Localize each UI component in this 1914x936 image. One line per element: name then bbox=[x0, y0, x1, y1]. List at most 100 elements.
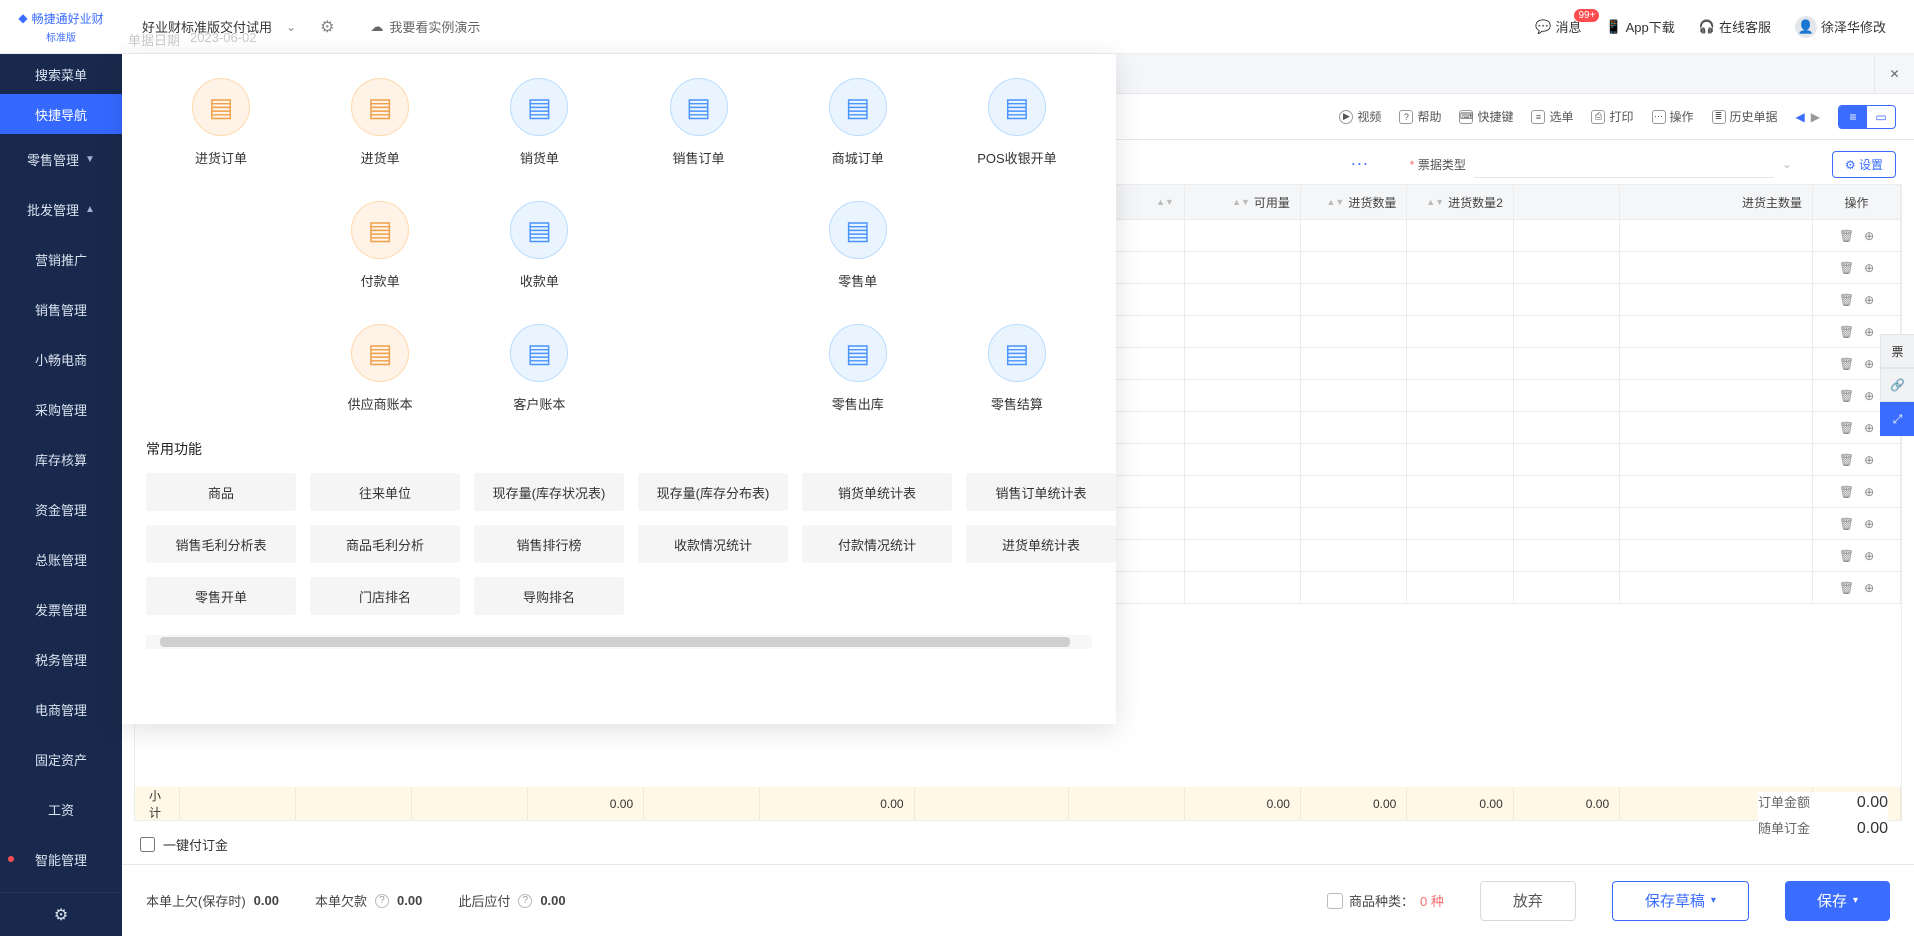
flow-item[interactable]: ▤收款单 bbox=[464, 201, 614, 290]
sidebar-settings-button[interactable]: ⚙ bbox=[0, 892, 122, 936]
toolbar-shortcut[interactable]: ⌨快捷键 bbox=[1459, 108, 1513, 125]
th-mainqty[interactable]: 进货主数量 bbox=[1620, 185, 1813, 219]
toolbar-select[interactable]: ≡选单 bbox=[1531, 108, 1573, 125]
app-selector[interactable]: 好业财标准版交付试用 ⌄ bbox=[142, 17, 296, 36]
flow-item[interactable]: ▤进货订单 bbox=[146, 78, 296, 167]
func-button[interactable]: 商品 bbox=[146, 473, 296, 511]
help-icon[interactable]: ? bbox=[375, 894, 389, 908]
func-button[interactable]: 商品毛利分析 bbox=[310, 525, 460, 563]
delete-row-icon[interactable]: 🗑 bbox=[1839, 453, 1854, 467]
gear-icon[interactable]: ⚙ bbox=[320, 17, 334, 37]
th-qty1[interactable]: ▲▼进货数量 bbox=[1301, 185, 1407, 219]
flow-item[interactable]: ▤零售单 bbox=[783, 201, 933, 290]
sidebar-item-wholesale[interactable]: 批发管理▲ bbox=[0, 184, 122, 234]
sidebar-item-ledger[interactable]: 总账管理 bbox=[0, 534, 122, 584]
func-button[interactable]: 零售开单 bbox=[146, 577, 296, 615]
delete-row-icon[interactable]: 🗑 bbox=[1839, 581, 1854, 595]
flow-item[interactable]: ▤零售出库 bbox=[783, 324, 933, 413]
sidebar-item-ecommerce[interactable]: 电商管理 bbox=[0, 684, 122, 734]
prev-page[interactable]: ◀ bbox=[1796, 110, 1805, 124]
func-button[interactable]: 销售订单统计表 bbox=[966, 473, 1116, 511]
sidebar-item-marketing[interactable]: 营销推广 bbox=[0, 234, 122, 284]
flow-item[interactable]: ▤零售结算 bbox=[942, 324, 1092, 413]
add-row-icon[interactable]: ⊕ bbox=[1864, 229, 1874, 243]
func-button[interactable]: 现存量(库存状况表) bbox=[474, 473, 624, 511]
flow-item[interactable]: ▤销售订单 bbox=[624, 78, 774, 167]
flow-item[interactable]: ▤POS收银开单 bbox=[942, 78, 1092, 167]
view-list[interactable]: ≡ bbox=[1839, 106, 1867, 128]
delete-row-icon[interactable]: 🗑 bbox=[1839, 261, 1854, 275]
discard-button[interactable]: 放弃 bbox=[1480, 881, 1576, 921]
flow-item[interactable]: ▤客户账本 bbox=[464, 324, 614, 413]
add-row-icon[interactable]: ⊕ bbox=[1864, 485, 1874, 499]
add-row-icon[interactable]: ⊕ bbox=[1864, 293, 1874, 307]
delete-row-icon[interactable]: 🗑 bbox=[1839, 229, 1854, 243]
add-row-icon[interactable]: ⊕ bbox=[1864, 389, 1874, 403]
flow-item[interactable]: ▤供应商账本 bbox=[305, 324, 455, 413]
rail-expand-icon[interactable]: ⤢ bbox=[1880, 402, 1914, 436]
setting-button[interactable]: ⚙ 设置 bbox=[1832, 151, 1896, 178]
add-row-icon[interactable]: ⊕ bbox=[1864, 453, 1874, 467]
sidebar-item-invoice[interactable]: 发票管理 bbox=[0, 584, 122, 634]
tabs-close-all[interactable]: ✕ bbox=[1874, 54, 1914, 93]
bill-type-field[interactable]: 票据类型 ⌄ bbox=[1410, 150, 1792, 178]
popover-scrollbar[interactable] bbox=[146, 635, 1092, 649]
add-row-icon[interactable]: ⊕ bbox=[1864, 421, 1874, 435]
next-page[interactable]: ▶ bbox=[1811, 110, 1820, 124]
flow-item[interactable]: ▤进货单 bbox=[305, 78, 455, 167]
help-icon[interactable]: ? bbox=[518, 894, 532, 908]
view-card[interactable]: ▭ bbox=[1867, 106, 1895, 128]
delete-row-icon[interactable]: 🗑 bbox=[1839, 389, 1854, 403]
add-row-icon[interactable]: ⊕ bbox=[1864, 517, 1874, 531]
th-avail[interactable]: ▲▼可用量 bbox=[1185, 185, 1301, 219]
toolbar-video[interactable]: ▶视频 bbox=[1339, 108, 1381, 125]
flow-item[interactable]: ▤商城订单 bbox=[783, 78, 933, 167]
delete-row-icon[interactable]: 🗑 bbox=[1839, 357, 1854, 371]
add-row-icon[interactable]: ⊕ bbox=[1864, 549, 1874, 563]
prepay-checkbox[interactable] bbox=[140, 837, 155, 852]
sidebar-item-inventory[interactable]: 库存核算 bbox=[0, 434, 122, 484]
delete-row-icon[interactable]: 🗑 bbox=[1839, 485, 1854, 499]
sidebar-item-funds[interactable]: 资金管理 bbox=[0, 484, 122, 534]
sidebar-item-retail[interactable]: 零售管理▼ bbox=[0, 134, 122, 184]
func-button[interactable]: 导购排名 bbox=[474, 577, 624, 615]
delete-row-icon[interactable]: 🗑 bbox=[1839, 549, 1854, 563]
sidebar-item-sales[interactable]: 销售管理 bbox=[0, 284, 122, 334]
func-button[interactable]: 收款情况统计 bbox=[638, 525, 788, 563]
app-download-button[interactable]: 📱 App下载 bbox=[1605, 17, 1674, 36]
sidebar-item-salary[interactable]: 工资 bbox=[0, 784, 122, 834]
sidebar-item-tax[interactable]: 税务管理 bbox=[0, 634, 122, 684]
flow-item[interactable]: ▤付款单 bbox=[305, 201, 455, 290]
func-button[interactable]: 进货单统计表 bbox=[966, 525, 1116, 563]
toolbar-print[interactable]: ⎙打印 bbox=[1591, 108, 1633, 125]
messages-button[interactable]: 💬 消息 99+ bbox=[1535, 17, 1581, 36]
sidebar-quicknav[interactable]: 快捷导航 bbox=[0, 94, 122, 134]
add-row-icon[interactable]: ⊕ bbox=[1864, 581, 1874, 595]
delete-row-icon[interactable]: 🗑 bbox=[1839, 325, 1854, 339]
delete-row-icon[interactable]: 🗑 bbox=[1839, 293, 1854, 307]
rail-link-icon[interactable]: 🔗 bbox=[1880, 368, 1914, 402]
toolbar-history[interactable]: ≣历史单据 bbox=[1712, 108, 1778, 125]
toolbar-help[interactable]: ?帮助 bbox=[1399, 108, 1441, 125]
sidebar-item-smart[interactable]: 智能管理 bbox=[0, 834, 122, 884]
user-menu[interactable]: 👤 徐泽华修改 bbox=[1795, 16, 1886, 38]
func-button[interactable]: 现存量(库存分布表) bbox=[638, 473, 788, 511]
bill-type-input[interactable] bbox=[1474, 150, 1774, 178]
func-button[interactable]: 门店排名 bbox=[310, 577, 460, 615]
save-button[interactable]: 保存▾ bbox=[1785, 881, 1890, 921]
delete-row-icon[interactable]: 🗑 bbox=[1839, 517, 1854, 531]
delete-row-icon[interactable]: 🗑 bbox=[1839, 421, 1854, 435]
save-draft-button[interactable]: 保存草稿▾ bbox=[1612, 881, 1749, 921]
customer-service-button[interactable]: 🎧 在线客服 bbox=[1699, 17, 1771, 36]
func-button[interactable]: 付款情况统计 bbox=[802, 525, 952, 563]
add-row-icon[interactable]: ⊕ bbox=[1864, 357, 1874, 371]
add-row-icon[interactable]: ⊕ bbox=[1864, 325, 1874, 339]
demo-link[interactable]: ☁ 我要看实例演示 bbox=[370, 17, 480, 36]
th-qty2[interactable]: ▲▼进货数量2 bbox=[1407, 185, 1513, 219]
func-button[interactable]: 销货单统计表 bbox=[802, 473, 952, 511]
sidebar-item-purchase[interactable]: 采购管理 bbox=[0, 384, 122, 434]
add-row-icon[interactable]: ⊕ bbox=[1864, 261, 1874, 275]
func-button[interactable]: 销售排行榜 bbox=[474, 525, 624, 563]
sidebar-search[interactable]: 搜索菜单 bbox=[0, 54, 122, 94]
sidebar-item-fixed-assets[interactable]: 固定资产 bbox=[0, 734, 122, 784]
